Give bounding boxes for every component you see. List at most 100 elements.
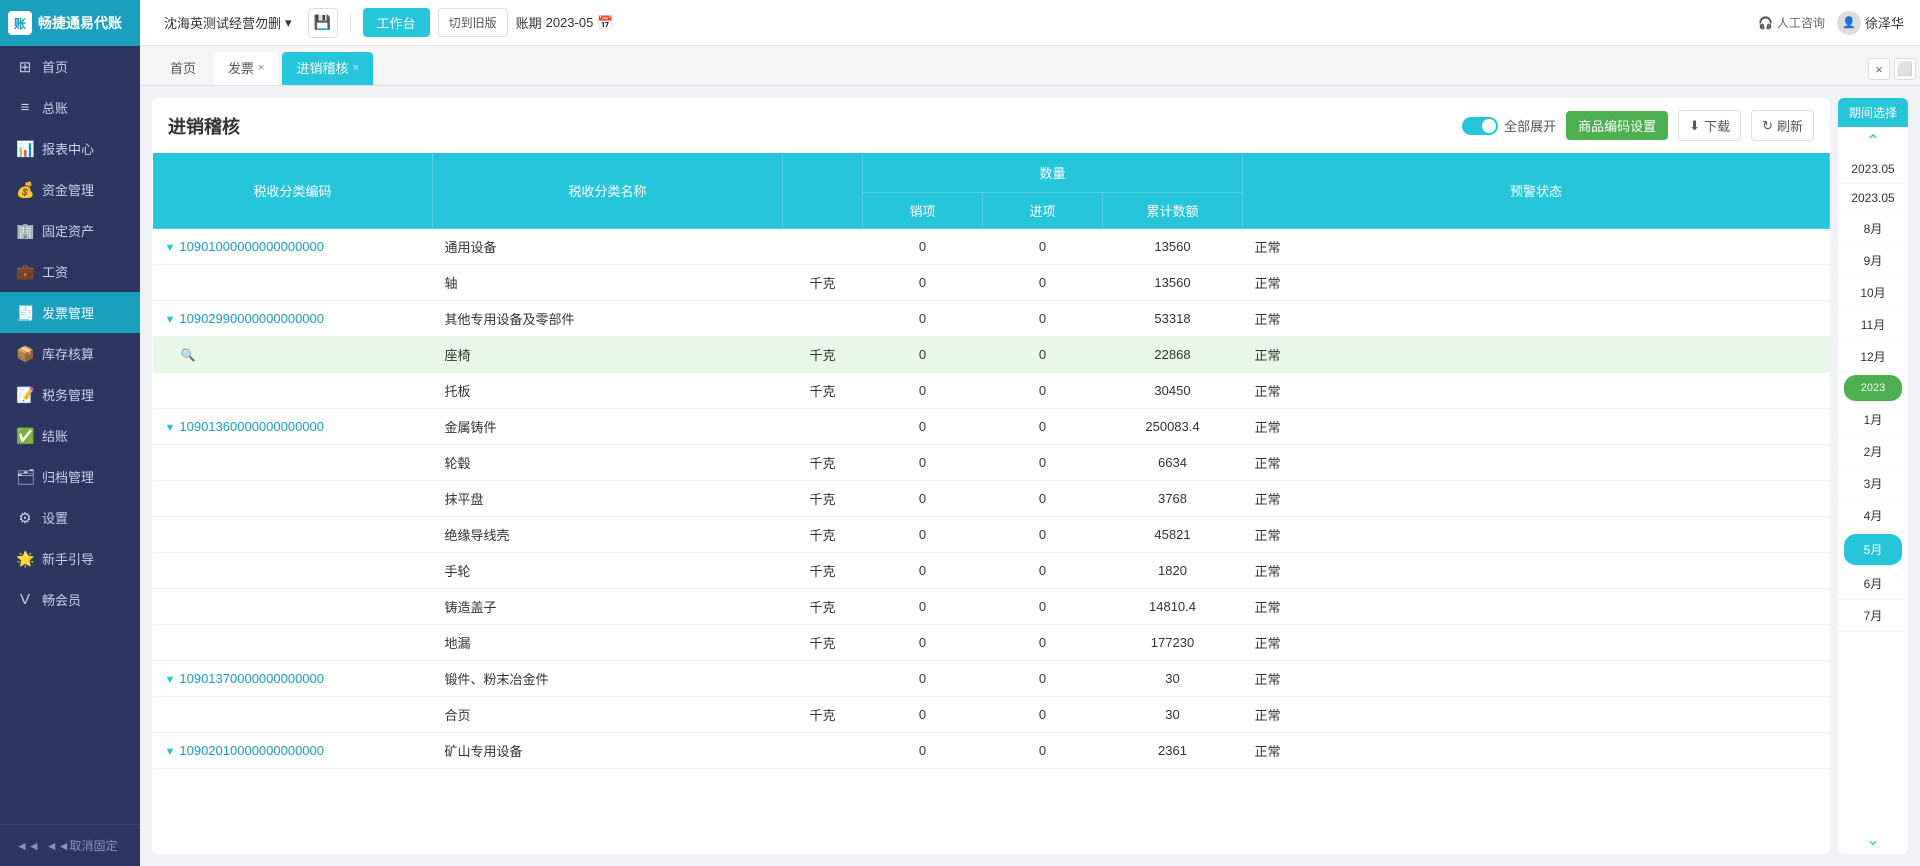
user-info[interactable]: 👤 徐泽华 [1837,11,1904,35]
warning-cell: 正常 [1243,301,1830,337]
warning-cell: 正常 [1243,229,1830,265]
collapse-icon[interactable]: ▼ [165,674,176,686]
collapse-icon[interactable]: ▼ [165,746,176,758]
month-item-feb[interactable]: 2月 [1838,436,1908,468]
expand-toggle[interactable]: 全部展开 [1462,116,1556,135]
month-item-jun[interactable]: 6月 [1838,568,1908,600]
warning-cell: 正常 [1243,265,1830,301]
cumulative-cell: 45821 [1103,517,1243,553]
month-item-oct[interactable]: 10月 [1838,277,1908,309]
main-panel: 进销稽核 全部展开 商品编码设置 ⬇ 下载 ↻ 刷 [152,98,1830,854]
sidebar-item-reports[interactable]: 📊 报表中心 [0,128,140,169]
save-icon: 💾 [314,14,331,31]
tab-home[interactable]: 首页 [156,52,210,85]
purchase-cell: 0 [983,301,1103,337]
old-version-button[interactable]: 切到旧版 [438,8,508,37]
tax-name-cell: 锻件、粉末冶金件 [433,661,783,697]
table-row: 绝缘导线壳 千克 0 0 45821 正常 [153,517,1830,553]
tax-name-cell: 其他专用设备及零部件 [433,301,783,337]
scroll-up-btn[interactable]: ⌃ [1838,127,1908,155]
unit-cell [783,409,863,445]
tab-reconciliation[interactable]: 进销稽核 × [282,52,372,85]
cumulative-cell: 1820 [1103,553,1243,589]
tax-code-cell: 🔍 [153,337,433,373]
table-row: 轴 千克 0 0 13560 正常 [153,265,1830,301]
scroll-down-btn[interactable]: ⌄ [1838,826,1908,854]
tax-name-cell: 通用设备 [433,229,783,265]
user-name: 徐泽华 [1865,13,1904,32]
month-item-may[interactable]: 5月 [1844,534,1902,566]
month-item-dec[interactable]: 12月 [1838,341,1908,373]
tax-code-cell [153,265,433,301]
th-sales: 销项 [863,193,983,229]
toggle-track[interactable] [1462,117,1498,135]
tax-name-cell: 抹平盘 [433,481,783,517]
sidebar-item-invoice-mgmt[interactable]: 🧾 发票管理 [0,292,140,333]
year-label-2023[interactable]: 2023 [1844,375,1902,402]
commodity-code-button[interactable]: 商品编码设置 [1566,111,1668,140]
month-item-2023-05-a[interactable]: 2023.05 [1838,155,1908,184]
cumulative-cell: 53318 [1103,301,1243,337]
sidebar-item-label: 总账 [42,98,68,117]
cumulative-cell: 30 [1103,697,1243,733]
minimize-button[interactable]: × [1868,58,1890,80]
sidebar-item-membership[interactable]: V 畅会员 [0,579,140,620]
sidebar-item-fixed-assets[interactable]: 🏢 固定资产 [0,210,140,251]
month-item-jul[interactable]: 7月 [1838,600,1908,632]
month-item-2023-05-b[interactable]: 2023.05 [1838,184,1908,213]
search-icon[interactable]: 🔍 [181,348,196,362]
sidebar-item-settings[interactable]: ⚙ 设置 [0,497,140,538]
refresh-button[interactable]: ↻ 刷新 [1751,110,1814,141]
month-item-sep[interactable]: 9月 [1838,245,1908,277]
th-purchase: 进项 [983,193,1103,229]
period-selector-header: 期间选择 [1838,98,1908,127]
purchase-cell: 0 [983,553,1103,589]
sidebar-item-archive[interactable]: 🗂 归档管理 [0,456,140,497]
right-panel: 期间选择 ⌃ 2023.05 2023.05 8月 9月 10月 11月 12月… [1838,98,1908,854]
sidebar-pin-toggle[interactable]: ◄◄ ◄◄取消固定 [0,824,140,866]
month-list: 2023.05 2023.05 8月 9月 10月 11月 12月 2023 1… [1838,155,1908,826]
home-icon: ⊞ [16,58,34,76]
calendar-icon[interactable]: 📅 [597,15,613,31]
sidebar-item-inventory[interactable]: 📦 库存核算 [0,333,140,374]
month-item-jan[interactable]: 1月 [1838,404,1908,436]
sidebar-item-general-ledger[interactable]: ≡ 总账 [0,87,140,128]
unit-cell [783,301,863,337]
purchase-cell: 0 [983,517,1103,553]
tab-invoice-close[interactable]: × [258,62,264,74]
download-button[interactable]: ⬇ 下载 [1678,110,1741,141]
save-draft-btn[interactable]: 💾 [308,8,338,38]
month-item-nov[interactable]: 11月 [1838,309,1908,341]
cumulative-cell: 177230 [1103,625,1243,661]
sidebar-item-tax-mgmt[interactable]: 📝 税务管理 [0,374,140,415]
company-selector[interactable]: 沈海英测试经营勿删 ▾ [156,9,300,36]
collapse-icon[interactable]: ▼ [165,314,176,326]
month-item-mar[interactable]: 3月 [1838,468,1908,500]
maximize-button[interactable]: ⬜ [1894,58,1916,80]
sales-cell: 0 [863,733,983,769]
sidebar-item-settlement[interactable]: ✅ 结账 [0,415,140,456]
guide-icon: 🌟 [16,550,34,568]
period-label: 账期 [516,13,542,32]
sidebar-item-payroll[interactable]: 💼 工资 [0,251,140,292]
table-row: 轮毂 千克 0 0 6634 正常 [153,445,1830,481]
tab-invoice[interactable]: 发票 × [214,52,278,85]
cumulative-cell: 30450 [1103,373,1243,409]
service-btn[interactable]: 🎧 人工咨询 [1758,14,1825,31]
month-item-apr[interactable]: 4月 [1838,500,1908,532]
tax-code-cell: ▼10902010000000000000 [153,733,433,769]
workbench-button[interactable]: 工作台 [363,8,430,37]
period-display: 账期 2023-05 📅 [516,13,614,32]
tax-code-cell: ▼10901370000000000000 [153,661,433,697]
collapse-icon[interactable]: ▼ [165,242,176,254]
sidebar-item-home[interactable]: ⊞ 首页 [0,46,140,87]
sidebar-item-guide[interactable]: 🌟 新手引导 [0,538,140,579]
cumulative-cell: 22868 [1103,337,1243,373]
month-item-aug[interactable]: 8月 [1838,213,1908,245]
purchase-cell: 0 [983,733,1103,769]
tab-reconciliation-close[interactable]: × [352,62,358,74]
collapse-icon[interactable]: ▼ [165,422,176,434]
tax-code-cell [153,553,433,589]
refresh-icon: ↻ [1762,118,1773,134]
sidebar-item-funds[interactable]: 💰 资金管理 [0,169,140,210]
